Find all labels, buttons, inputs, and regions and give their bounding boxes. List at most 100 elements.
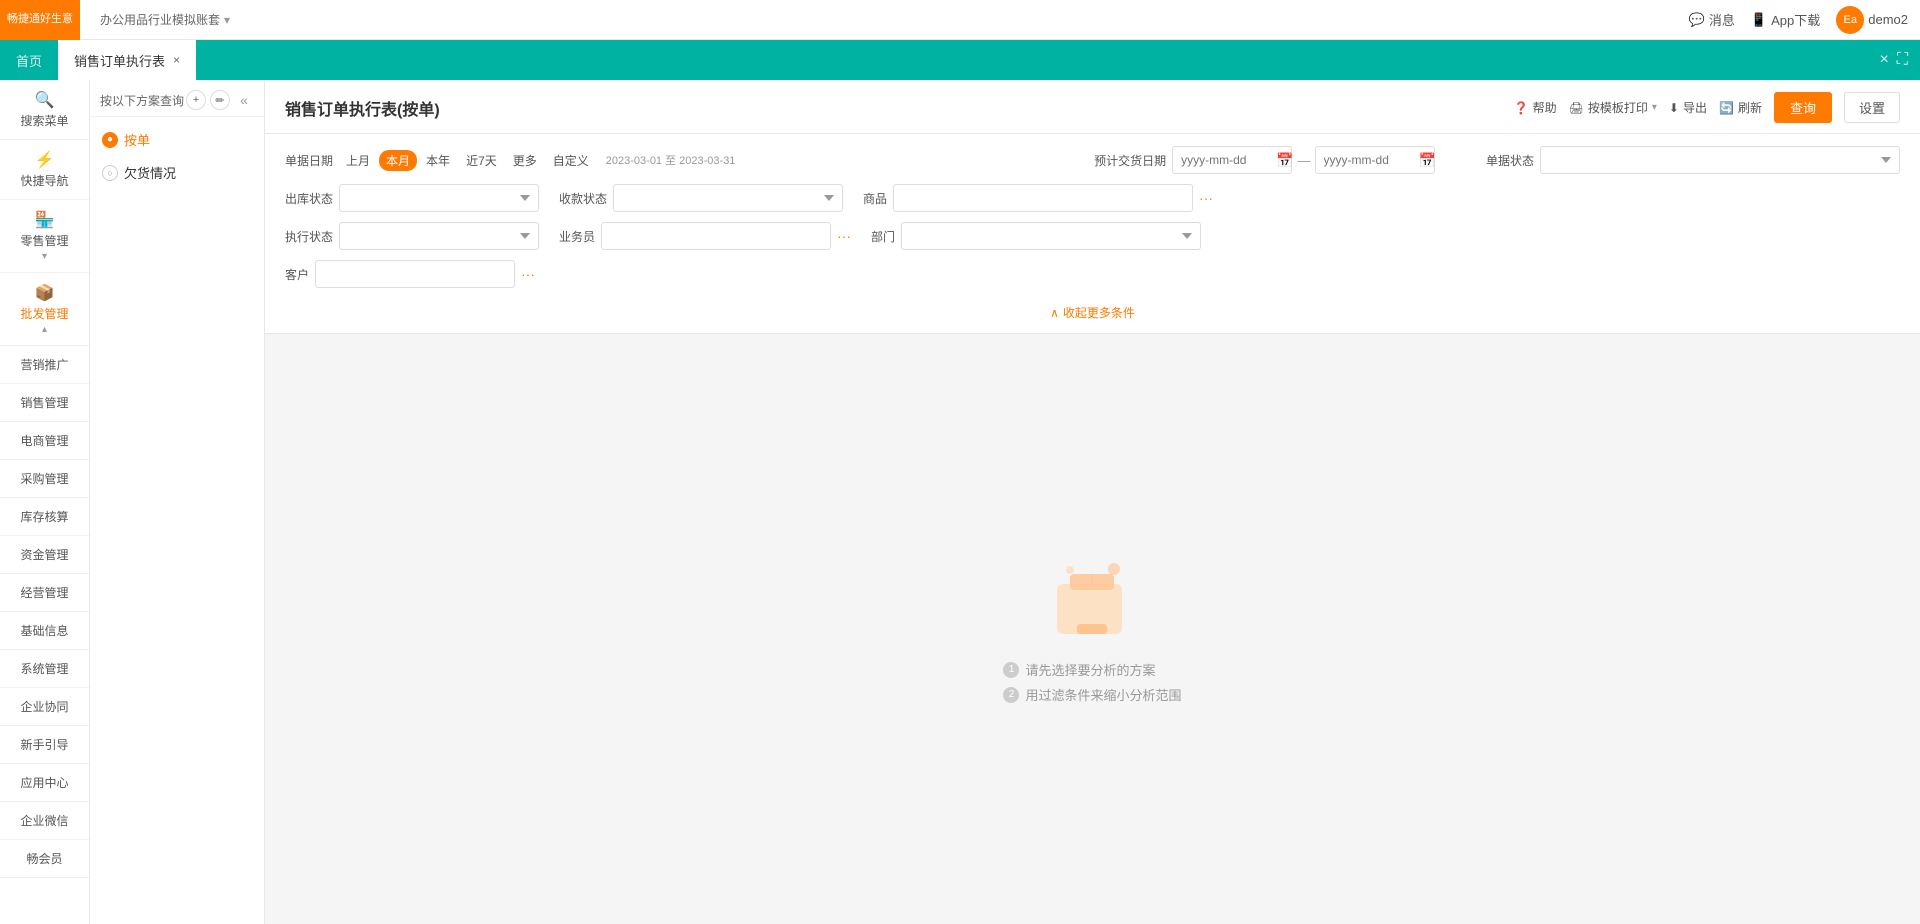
sidebar-item-retail-mgmt[interactable]: 🏪 零售管理 ▾ [0, 200, 89, 273]
goods-more-dots[interactable]: ··· [1199, 190, 1213, 206]
dept-select[interactable] [901, 222, 1201, 250]
sidebar-item-quick-nav[interactable]: ⚡ 快捷导航 [0, 140, 89, 200]
collapse-row[interactable]: ∧ 收起更多条件 [285, 298, 1900, 321]
sidebar-item-search-menu[interactable]: 🔍 搜索菜单 [0, 80, 89, 140]
sidebar-item-label-basic-info: 基础信息 [20, 622, 68, 639]
tab-home[interactable]: 首页 [0, 40, 58, 80]
date-tab-more[interactable]: 更多 [506, 150, 544, 171]
sidebar-item-operations[interactable]: 经营管理 [0, 574, 89, 612]
sidebar-item-label-quick-nav: 快捷导航 [20, 172, 68, 189]
filter-item-expected-date: 预计交货日期 📅 — 📅 [1094, 146, 1436, 174]
sidebar-item-purchase-mgmt[interactable]: 采购管理 [0, 460, 89, 498]
page-header-actions: ❓ 帮助 🖨 按模板打印 ▾ ⬇ 导出 🔄 刷新 [1514, 92, 1900, 123]
sidebar-item-label-ecommerce: 电商管理 [20, 432, 68, 449]
sidebar-item-label-finance: 资金管理 [20, 546, 68, 563]
receipt-label: 收款状态 [559, 190, 607, 207]
exec-label: 执行状态 [285, 228, 333, 245]
sidebar-item-label-wholesale-mgmt: 批发管理 [20, 305, 68, 322]
receipt-select[interactable] [613, 184, 843, 212]
export-label: 导出 [1683, 99, 1707, 116]
filter-item-customer: 客户 ··· [285, 260, 535, 288]
status-select[interactable] [1540, 146, 1900, 174]
refresh-btn[interactable]: 🔄 刷新 [1719, 99, 1762, 116]
query-button[interactable]: 查询 [1774, 92, 1832, 123]
filter-row-1: 单据日期 上月 本月 本年 近7天 更多 自定义 2023-03-01 至 20… [285, 146, 1900, 174]
expected-date-from[interactable] [1172, 146, 1292, 174]
sidebar-item-finance[interactable]: 资金管理 [0, 536, 89, 574]
sidebar-item-new-user-guide[interactable]: 新手引导 [0, 726, 89, 764]
salesperson-input[interactable] [601, 222, 831, 250]
breadcrumb-dropdown-icon[interactable]: ▾ [224, 13, 230, 27]
sidebar-item-label-enterprise-collab: 企业协同 [20, 698, 68, 715]
date-tab-last7[interactable]: 近7天 [459, 150, 504, 171]
app-download-icon: 📱 [1751, 12, 1767, 28]
print-btn[interactable]: 🖨 按模板打印 ▾ [1569, 99, 1657, 116]
sidebar-item-label-member: 畅会员 [26, 850, 62, 867]
sidebar-item-member[interactable]: 畅会员 [0, 840, 89, 878]
sidebar-item-marketing[interactable]: 营销推广 [0, 346, 89, 384]
left-panel-collapse-btn[interactable]: « [234, 90, 254, 110]
goods-label: 商品 [863, 190, 887, 207]
wholesale-mgmt-icon: 📦 [35, 283, 55, 303]
left-panel-add-btn[interactable]: + [186, 90, 206, 110]
outbound-select[interactable] [339, 184, 539, 212]
tab-home-label: 首页 [16, 51, 42, 70]
sidebar-item-label-operations: 经营管理 [20, 584, 68, 601]
left-panel-title: 按以下方案查询 [100, 92, 184, 109]
help-btn[interactable]: ❓ 帮助 [1514, 99, 1557, 116]
sidebar-item-enterprise-collab[interactable]: 企业协同 [0, 688, 89, 726]
sidebar-item-system-mgmt[interactable]: 系统管理 [0, 650, 89, 688]
left-panel: 按以下方案查询 + ✏ « ● 按单 ○ 欠货情况 [90, 80, 265, 924]
date-tab-curr-year[interactable]: 本年 [419, 150, 457, 171]
sidebar-item-label-sales-mgmt: 销售管理 [20, 394, 68, 411]
date-range-text: 2023-03-01 至 2023-03-31 [606, 152, 736, 168]
sidebar-item-app-center[interactable]: 应用中心 [0, 764, 89, 802]
sidebar-item-sales-mgmt[interactable]: 销售管理 [0, 384, 89, 422]
exec-select[interactable] [339, 222, 539, 250]
lp-item-shortage[interactable]: ○ 欠货情况 [90, 156, 264, 189]
export-btn[interactable]: ⬇ 导出 [1669, 99, 1707, 116]
message-label: 消息 [1709, 10, 1735, 29]
message-icon: 💬 [1689, 12, 1705, 28]
tab-close-icon[interactable]: × [173, 53, 180, 67]
left-panel-header: 按以下方案查询 + ✏ « [90, 80, 264, 117]
date-tab-curr-month[interactable]: 本月 [379, 150, 417, 171]
date-tab-custom[interactable]: 自定义 [546, 150, 596, 171]
sidebar-item-label-inventory: 库存核算 [20, 508, 68, 525]
salesperson-more-dots[interactable]: ··· [837, 228, 851, 244]
expected-date-to[interactable] [1315, 146, 1435, 174]
refresh-label: 刷新 [1738, 99, 1762, 116]
sidebar-item-wholesale-mgmt[interactable]: 📦 批发管理 ▴ [0, 273, 89, 346]
breadcrumb-text: 办公用品行业模拟账套 [100, 11, 220, 28]
message-action[interactable]: 💬 消息 [1689, 10, 1735, 29]
sidebar: 🔍 搜索菜单 ⚡ 快捷导航 🏪 零售管理 ▾ 📦 批发管理 ▴ 营销推广 销售管… [0, 80, 90, 924]
sidebar-item-basic-info[interactable]: 基础信息 [0, 612, 89, 650]
app-download-action[interactable]: 📱 App下载 [1751, 10, 1820, 29]
sidebar-item-ecommerce[interactable]: 电商管理 [0, 422, 89, 460]
help-label: 帮助 [1533, 99, 1557, 116]
window-close-icon[interactable]: × [1879, 51, 1888, 69]
settings-button[interactable]: 设置 [1844, 92, 1900, 123]
app-download-label: App下载 [1771, 10, 1820, 29]
user-name: demo2 [1868, 12, 1908, 27]
date-tab-prev-month[interactable]: 上月 [339, 150, 377, 171]
filter-area: 单据日期 上月 本月 本年 近7天 更多 自定义 2023-03-01 至 20… [265, 134, 1920, 334]
top-bar: 畅捷通好生意 办公用品行业模拟账套 ▾ 💬 消息 📱 App下载 Ea demo… [0, 0, 1920, 40]
help-icon: ❓ [1514, 101, 1529, 115]
lp-item-by-order[interactable]: ● 按单 [90, 123, 264, 156]
sidebar-item-label-system-mgmt: 系统管理 [20, 660, 68, 677]
retail-mgmt-icon: 🏪 [35, 210, 55, 230]
avatar-text: Ea [1844, 14, 1857, 26]
sidebar-item-enterprise-wechat[interactable]: 企业微信 [0, 802, 89, 840]
customer-more-dots[interactable]: ··· [521, 266, 535, 282]
tip-text-2: 用过滤条件来缩小分析范围 [1025, 685, 1181, 704]
user-action[interactable]: Ea demo2 [1836, 6, 1908, 34]
customer-input[interactable] [315, 260, 515, 288]
empty-tips: 1 请先选择要分析的方案 2 用过滤条件来缩小分析范围 [1003, 660, 1181, 704]
left-panel-edit-btn[interactable]: ✏ [210, 90, 230, 110]
goods-input[interactable] [893, 184, 1193, 212]
outbound-label: 出库状态 [285, 190, 333, 207]
window-expand-icon[interactable]: ⛶ [1897, 51, 1908, 69]
sidebar-item-inventory[interactable]: 库存核算 [0, 498, 89, 536]
tab-sales-exec[interactable]: 销售订单执行表 × [58, 40, 196, 80]
